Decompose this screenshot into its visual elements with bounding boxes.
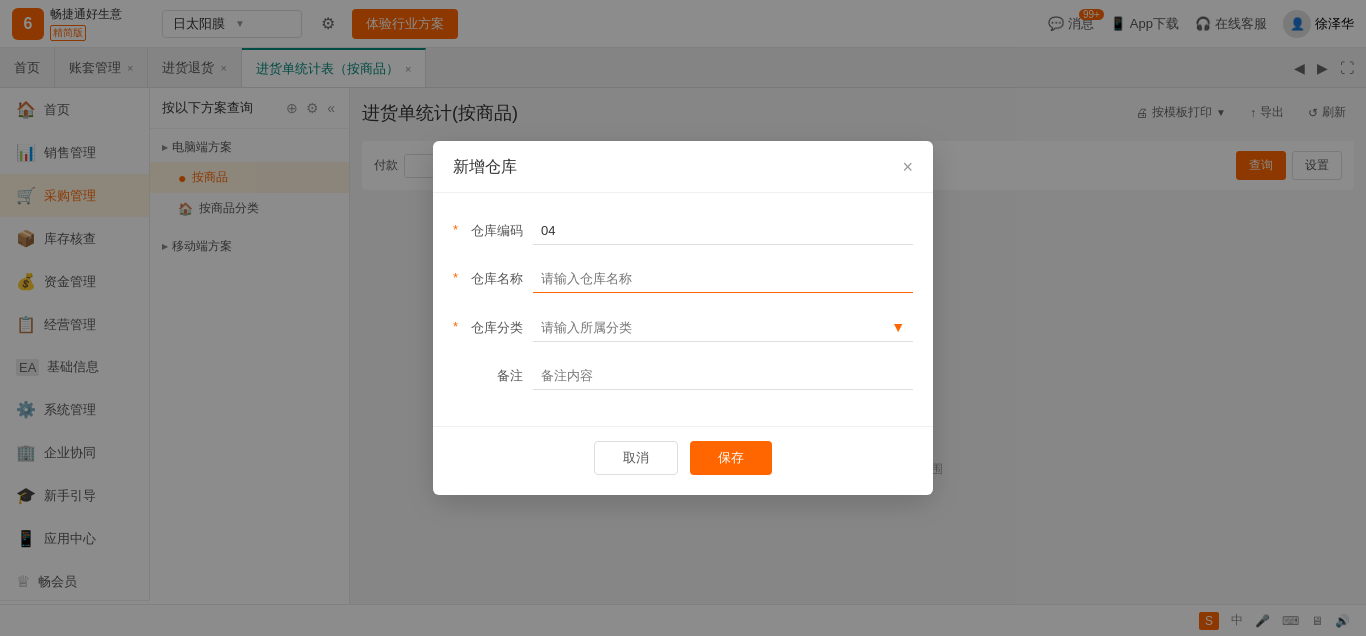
form-row-category: 仓库分类 ▼: [453, 313, 913, 342]
save-button[interactable]: 保存: [690, 441, 772, 475]
modal-overlay[interactable]: 新增仓库 × 仓库编码 仓库名称 仓库分类 ▼: [0, 0, 1366, 636]
name-label: 仓库名称: [453, 270, 533, 288]
dialog-header: 新增仓库 ×: [433, 141, 933, 193]
new-warehouse-dialog: 新增仓库 × 仓库编码 仓库名称 仓库分类 ▼: [433, 141, 933, 495]
dialog-title: 新增仓库: [453, 157, 517, 178]
code-input[interactable]: [533, 217, 913, 245]
cancel-button[interactable]: 取消: [594, 441, 678, 475]
category-input[interactable]: [541, 320, 891, 335]
remark-input[interactable]: [533, 362, 913, 390]
remark-label: 备注: [453, 367, 533, 385]
form-row-remark: 备注: [453, 362, 913, 390]
category-label: 仓库分类: [453, 319, 533, 337]
form-row-name: 仓库名称: [453, 265, 913, 293]
dialog-body: 仓库编码 仓库名称 仓库分类 ▼ 备注: [433, 193, 933, 426]
dialog-footer: 取消 保存: [433, 426, 933, 495]
category-dropdown-icon[interactable]: ▼: [891, 319, 905, 335]
category-select-wrapper: ▼: [533, 313, 913, 342]
dialog-close-button[interactable]: ×: [902, 157, 913, 178]
code-label: 仓库编码: [453, 222, 533, 240]
form-row-code: 仓库编码: [453, 217, 913, 245]
name-input[interactable]: [533, 265, 913, 293]
